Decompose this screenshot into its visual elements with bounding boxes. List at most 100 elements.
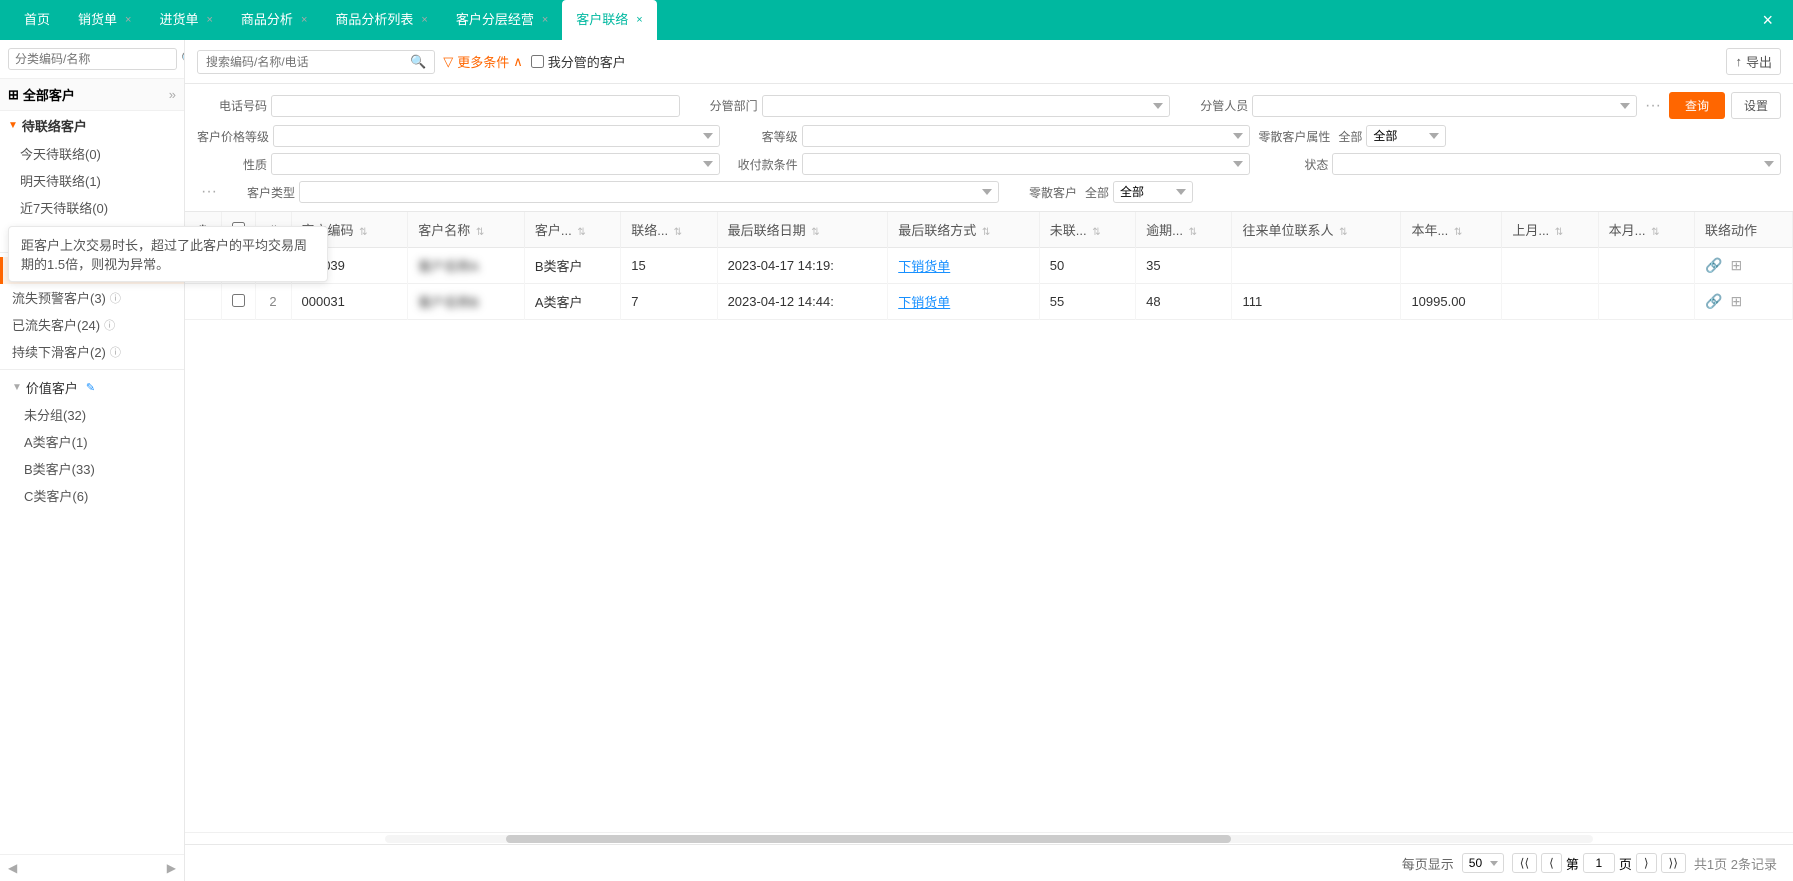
page-number-input[interactable]: [1583, 853, 1615, 873]
sidebar-sub-item-b[interactable]: B类客户(33): [0, 455, 184, 482]
sidebar-sub-item-c[interactable]: C类客户(6): [0, 482, 184, 509]
nav-item-analysis-list[interactable]: 商品分析列表 ×: [321, 0, 441, 40]
row2-action-link-icon[interactable]: 🔗: [1705, 293, 1722, 310]
sidebar-collapse-icon[interactable]: »: [169, 87, 176, 102]
sidebar-item-7days[interactable]: 近7天待联络(0): [0, 194, 184, 221]
nav-item-purchase[interactable]: 进货单 ×: [145, 0, 226, 40]
edit-customer-group-icon[interactable]: ✎: [86, 381, 95, 394]
toolbar-search-icon[interactable]: 🔍: [410, 54, 426, 70]
scroll-thumb[interactable]: [506, 835, 1231, 843]
sidebar-item-declining[interactable]: 持续下滑客户(2) ⓘ: [0, 338, 184, 365]
nav-label-analysis: 商品分析: [241, 0, 293, 40]
row2-last-month: [1502, 284, 1598, 320]
first-page-button[interactable]: ⟨⟨: [1512, 853, 1537, 873]
row2-overdue: 48: [1136, 284, 1232, 320]
col-header-contact[interactable]: 联络... ⇅: [621, 212, 717, 248]
row1-action-grid-icon[interactable]: ⊞: [1730, 257, 1742, 274]
customer-type-select[interactable]: [299, 181, 999, 203]
sidebar-search-input[interactable]: [8, 48, 177, 70]
col-header-last-month[interactable]: 上月... ⇅: [1502, 212, 1598, 248]
next-page-button[interactable]: ⟩: [1636, 853, 1657, 873]
status-select[interactable]: [1332, 153, 1781, 175]
pending-arrow-icon: ▼: [8, 120, 18, 131]
sidebar-all-customers[interactable]: ⊞ 全部客户: [8, 85, 75, 104]
row2-last-way[interactable]: 下销货单: [888, 284, 1040, 320]
payment-select[interactable]: [802, 153, 1251, 175]
nav-item-customer-contact[interactable]: 客户联络 ×: [562, 0, 656, 40]
col-header-name[interactable]: 客户名称 ⇅: [408, 212, 525, 248]
sidebar-item-tomorrow-label: 明天待联络(1): [20, 171, 101, 190]
col-header-last-date[interactable]: 最后联络日期 ⇅: [717, 212, 888, 248]
sparse-customer-select[interactable]: 全部: [1113, 181, 1193, 203]
filter-customer-type: 客户类型: [225, 181, 999, 203]
my-customer-checkbox[interactable]: [531, 55, 544, 68]
row1-type: B类客户: [524, 248, 620, 284]
nav-close-sales[interactable]: ×: [125, 0, 131, 40]
horizontal-scrollbar[interactable]: [185, 832, 1793, 844]
row2-last-way-link[interactable]: 下销货单: [898, 295, 950, 310]
nav-close-purchase[interactable]: ×: [206, 0, 212, 40]
sidebar-item-tomorrow[interactable]: 明天待联络(1): [0, 167, 184, 194]
nav-item-sales[interactable]: 销货单 ×: [64, 0, 145, 40]
page-unit: 页: [1619, 854, 1632, 873]
nav-item-home[interactable]: 首页: [10, 0, 64, 40]
page-nav: ⟨⟨ ⟨ 第 页 ⟩ ⟩⟩: [1512, 853, 1686, 873]
nav-label-purchase: 进货单: [159, 0, 198, 40]
sparse-attr-select[interactable]: 全部: [1366, 125, 1446, 147]
prev-page-button[interactable]: ⟨: [1541, 853, 1562, 873]
manager-dots[interactable]: ···: [1645, 97, 1661, 115]
close-all-button[interactable]: ×: [1752, 10, 1783, 31]
row2-last-date: 2023-04-12 14:44:: [717, 284, 888, 320]
nav-close-analysis-list[interactable]: ×: [421, 0, 427, 40]
col-header-type[interactable]: 客户... ⇅: [524, 212, 620, 248]
sparse-attr-label: 零散客户属性: [1258, 128, 1330, 145]
page-label: 第: [1566, 854, 1579, 873]
toolbar-search-input[interactable]: [206, 55, 406, 69]
customer-grade-select[interactable]: [802, 125, 1251, 147]
sidebar-sub-item-a[interactable]: A类客户(1): [0, 428, 184, 455]
sidebar-item-today[interactable]: 今天待联络(0): [0, 140, 184, 167]
nav-item-analysis[interactable]: 商品分析 ×: [227, 0, 321, 40]
sidebar-item-churned[interactable]: 已流失客户(24) ⓘ: [0, 311, 184, 338]
row1-last-way-link[interactable]: 下销货单: [898, 259, 950, 274]
more-conditions-button[interactable]: ▽ 更多条件 ∧: [443, 52, 523, 71]
sidebar-item-churn-warning[interactable]: 流失预警客户(3) ⓘ: [0, 284, 184, 311]
row1-action-link-icon[interactable]: 🔗: [1705, 257, 1722, 274]
manager-select[interactable]: [1252, 95, 1637, 117]
nav-close-customer-tier[interactable]: ×: [542, 0, 548, 40]
col-header-last-way[interactable]: 最后联络方式 ⇅: [888, 212, 1040, 248]
table-wrapper: ⚙ # 客户编码 ⇅ 客户名称 ⇅ 客户... ⇅ 联络... ⇅ 最后联络日期…: [185, 212, 1793, 832]
filter-more-dots[interactable]: ···: [201, 183, 217, 201]
sidebar-bottom-arrow-left[interactable]: ◀: [8, 861, 17, 875]
sidebar-customer-group[interactable]: ▼ 价值客户 ✎: [0, 374, 184, 401]
row1-last-way[interactable]: 下销货单: [888, 248, 1040, 284]
export-button[interactable]: ↑ 导出: [1726, 48, 1781, 75]
phone-input[interactable]: [271, 95, 680, 117]
sidebar-sub-item-ungrouped[interactable]: 未分组(32): [0, 401, 184, 428]
price-grade-select[interactable]: [273, 125, 720, 147]
row1-name: 客户名称A: [408, 248, 525, 284]
settings-button[interactable]: 设置: [1731, 92, 1781, 119]
manager-label: 分管人员: [1178, 97, 1248, 114]
nature-select[interactable]: [271, 153, 720, 175]
dept-select[interactable]: [762, 95, 1171, 117]
nav-item-customer-tier[interactable]: 客户分层经营 ×: [442, 0, 562, 40]
col-header-overdue[interactable]: 逾期... ⇅: [1136, 212, 1232, 248]
sidebar-group-pending-label[interactable]: ▼ 待联络客户: [0, 111, 184, 140]
nav-close-customer-contact[interactable]: ×: [636, 0, 642, 40]
row2-action-grid-icon[interactable]: ⊞: [1730, 293, 1742, 310]
col-header-contact-person[interactable]: 往来单位联系人 ⇅: [1232, 212, 1401, 248]
col-header-this-year[interactable]: 本年... ⇅: [1401, 212, 1502, 248]
customer-type-label: 客户类型: [225, 184, 295, 201]
per-page-select[interactable]: 50: [1462, 853, 1504, 873]
col-header-this-month[interactable]: 本月... ⇅: [1598, 212, 1694, 248]
row2-select[interactable]: [232, 294, 245, 307]
row2-code[interactable]: 000031: [291, 284, 408, 320]
col-header-uncontacted[interactable]: 未联... ⇅: [1039, 212, 1135, 248]
query-button[interactable]: 查询: [1669, 92, 1725, 119]
last-page-button[interactable]: ⟩⟩: [1661, 853, 1686, 873]
nav-label-home: 首页: [24, 0, 50, 40]
nav-close-analysis[interactable]: ×: [301, 0, 307, 40]
sidebar-bottom-arrow-right[interactable]: ▶: [167, 861, 176, 875]
sidebar-search-area: 🔍: [0, 40, 184, 79]
